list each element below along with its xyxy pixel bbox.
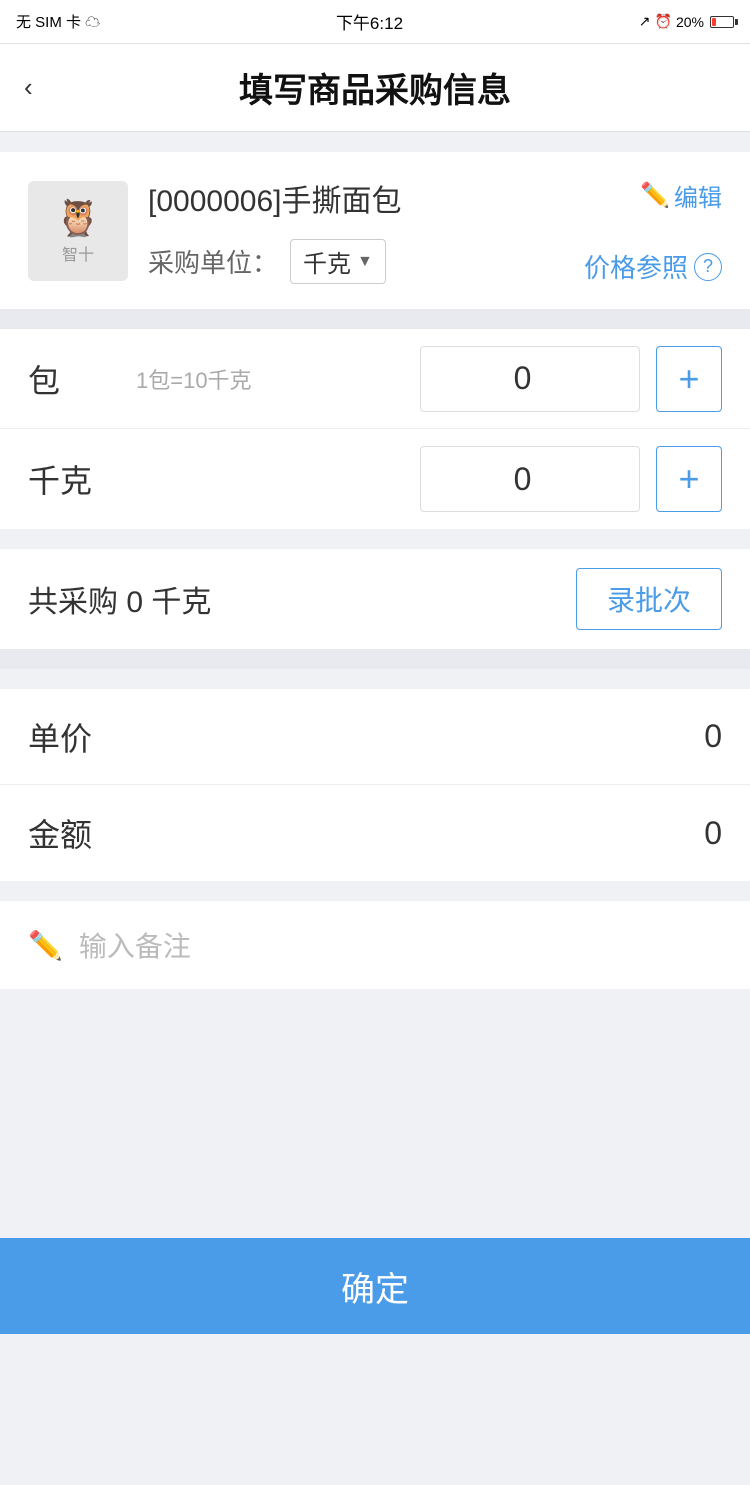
amount-label: 金额 <box>28 810 92 856</box>
quantity-section: 包 1包=10千克 + 千克 + <box>0 329 750 529</box>
unit-price-label: 单价 <box>28 714 92 760</box>
edit-icon: ✏️ <box>640 181 670 210</box>
amount-row: 金额 0 <box>0 785 750 881</box>
product-card: 🦉 智十 [0000006]手撕面包 ✏️ 编辑 采购单位： 千克 ▼ 价格参照 <box>0 152 750 309</box>
product-thumbnail: 🦉 智十 <box>28 181 128 281</box>
unit-label-text: 采购单位： <box>148 243 278 280</box>
status-time: 下午6:12 <box>336 9 403 34</box>
bottom-space <box>0 1389 750 1485</box>
kg-input[interactable] <box>420 446 640 512</box>
price-section: 单价 0 金额 0 <box>0 689 750 881</box>
note-section[interactable]: ✏️ 输入备注 <box>0 901 750 989</box>
confirm-button[interactable]: 确定 <box>0 1238 750 1334</box>
unit-price-row: 单价 0 <box>0 689 750 785</box>
total-unit: 千克 <box>151 586 211 619</box>
bag-plus-button[interactable]: + <box>656 346 722 412</box>
unit-row: 采购单位： 千克 ▼ <box>148 239 386 284</box>
dropdown-arrow-icon: ▼ <box>357 253 373 271</box>
kg-row: 千克 + <box>0 429 750 529</box>
bag-sublabel: 1包=10千克 <box>136 363 252 395</box>
location-icon: ↗ <box>639 13 651 30</box>
note-placeholder: 输入备注 <box>79 925 191 965</box>
nav-bar: ‹ 填写商品采购信息 <box>0 44 750 132</box>
price-ref-label: 价格参照 <box>584 248 688 285</box>
bag-input[interactable] <box>420 346 640 412</box>
help-icon: ? <box>694 253 722 281</box>
status-right: ↗ ⏰ 20% <box>639 13 734 30</box>
unit-price-value: 0 <box>704 718 722 755</box>
kg-plus-button[interactable]: + <box>656 446 722 512</box>
amount-value: 0 <box>704 815 722 852</box>
thumb-icon: 🦉 <box>56 197 101 239</box>
edit-button[interactable]: ✏️ 编辑 <box>640 176 722 213</box>
kg-label: 千克 <box>28 456 128 502</box>
price-ref-button[interactable]: 价格参照 ? <box>584 248 722 285</box>
page-title: 填写商品采购信息 <box>239 63 511 112</box>
product-name: [0000006]手撕面包 <box>148 176 401 220</box>
edit-label: 编辑 <box>674 178 722 213</box>
bag-row: 包 1包=10千克 + <box>0 329 750 429</box>
alarm-icon: ⏰ <box>655 13 672 30</box>
unit-value: 千克 <box>303 244 351 279</box>
bag-label: 包 <box>28 356 128 402</box>
total-section: 共采购 0 千克 录批次 <box>0 549 750 649</box>
no-sim-text: 无 SIM 卡 ☁ <box>16 11 100 32</box>
status-left: 无 SIM 卡 ☁ <box>16 11 100 32</box>
thumb-label: 智十 <box>62 241 94 265</box>
unit-dropdown[interactable]: 千克 ▼ <box>290 239 386 284</box>
total-text: 共采购 0 千克 <box>28 577 211 621</box>
battery-icon <box>710 16 734 28</box>
separator-2 <box>0 649 750 669</box>
product-info: [0000006]手撕面包 ✏️ 编辑 采购单位： 千克 ▼ 价格参照 ? <box>148 176 722 285</box>
status-bar: 无 SIM 卡 ☁ 下午6:12 ↗ ⏰ 20% <box>0 0 750 44</box>
pencil-icon: ✏️ <box>28 929 63 962</box>
back-button[interactable]: ‹ <box>24 72 33 103</box>
total-prefix: 共采购 <box>28 586 118 619</box>
batch-button[interactable]: 录批次 <box>576 568 722 630</box>
total-value: 0 <box>126 586 143 619</box>
separator-1 <box>0 309 750 329</box>
battery-text: 20% <box>676 14 704 30</box>
